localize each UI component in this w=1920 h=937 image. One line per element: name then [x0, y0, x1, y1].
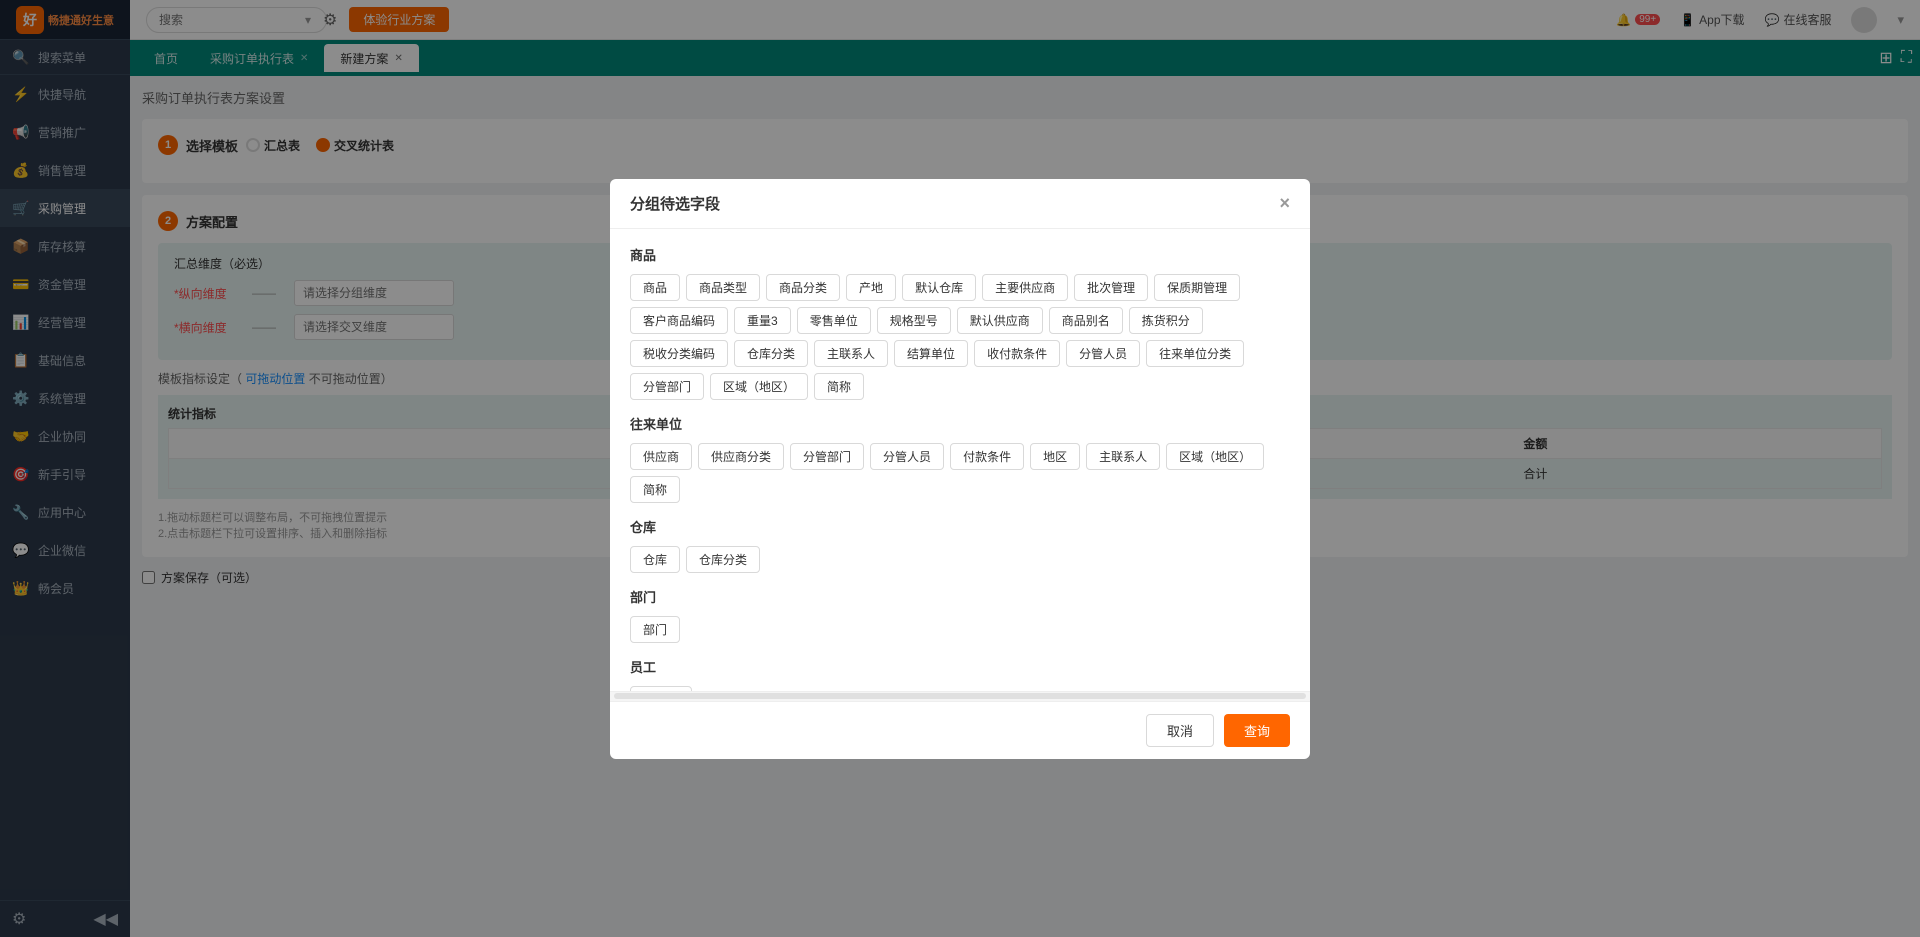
- field-tag[interactable]: 主要供应商: [982, 274, 1068, 301]
- section-title-商品: 商品: [630, 245, 1290, 264]
- field-tag[interactable]: 分管人员: [870, 443, 944, 470]
- field-tag[interactable]: 规格型号: [877, 307, 951, 334]
- field-tag[interactable]: 默认仓库: [902, 274, 976, 301]
- field-tag[interactable]: 简称: [630, 476, 680, 503]
- field-tags-往来单位: 供应商供应商分类分管部门分管人员付款条件地区主联系人区域（地区） 简称: [630, 443, 1290, 503]
- field-tag[interactable]: 往来单位分类: [1146, 340, 1244, 367]
- modal-title: 分组待选字段: [630, 193, 720, 214]
- field-tag[interactable]: 部门: [630, 616, 680, 643]
- field-tag[interactable]: 零售单位: [797, 307, 871, 334]
- field-tag[interactable]: 收付款条件: [974, 340, 1060, 367]
- confirm-button[interactable]: 查询: [1224, 714, 1290, 747]
- field-tag[interactable]: 结算单位: [894, 340, 968, 367]
- field-tag[interactable]: 仓库: [630, 546, 680, 573]
- field-tag[interactable]: 简称: [814, 373, 864, 400]
- field-tags-商品: 商品商品类型商品分类产地默认仓库主要供应商批次管理保质期管理客户商品编码重量3零…: [630, 274, 1290, 400]
- field-tag[interactable]: 分管人员: [1066, 340, 1140, 367]
- field-tag[interactable]: 地区: [1030, 443, 1080, 470]
- hscroll-track: [614, 693, 1306, 699]
- field-select-modal: 分组待选字段 × 商品商品商品类型商品分类产地默认仓库主要供应商批次管理保质期管…: [610, 179, 1310, 759]
- modal-header: 分组待选字段 ×: [610, 179, 1310, 229]
- section-title-往来单位: 往来单位: [630, 414, 1290, 433]
- field-tag[interactable]: 供应商分类: [698, 443, 784, 470]
- field-tags-仓库: 仓库仓库分类: [630, 546, 1290, 573]
- section-title-部门: 部门: [630, 587, 1290, 606]
- field-tag[interactable]: 主联系人: [1086, 443, 1160, 470]
- field-tag[interactable]: 默认供应商: [957, 307, 1043, 334]
- field-tag[interactable]: 产地: [846, 274, 896, 301]
- field-tag[interactable]: 付款条件: [950, 443, 1024, 470]
- field-tag[interactable]: 拣货积分: [1129, 307, 1203, 334]
- field-tag[interactable]: 分管部门: [790, 443, 864, 470]
- field-tag[interactable]: 商品别名: [1049, 307, 1123, 334]
- field-tag[interactable]: 区域（地区）: [1166, 443, 1264, 470]
- field-tag[interactable]: 保质期管理: [1154, 274, 1240, 301]
- field-tag[interactable]: 仓库分类: [734, 340, 808, 367]
- field-tag[interactable]: 商品类型: [686, 274, 760, 301]
- cancel-button[interactable]: 取消: [1146, 714, 1214, 747]
- field-tag[interactable]: 商品: [630, 274, 680, 301]
- modal-hscroll[interactable]: [610, 691, 1310, 701]
- field-tag[interactable]: 批次管理: [1074, 274, 1148, 301]
- modal-footer: 取消 查询: [610, 701, 1310, 759]
- modal-body[interactable]: 商品商品商品类型商品分类产地默认仓库主要供应商批次管理保质期管理客户商品编码重量…: [610, 229, 1310, 691]
- field-tag[interactable]: 区域（地区）: [710, 373, 808, 400]
- field-tags-部门: 部门: [630, 616, 1290, 643]
- field-tag[interactable]: 商品分类: [766, 274, 840, 301]
- section-title-员工: 员工: [630, 657, 1290, 676]
- field-tag[interactable]: 分管部门: [630, 373, 704, 400]
- field-tag[interactable]: 仓库分类: [686, 546, 760, 573]
- field-tag[interactable]: 供应商: [630, 443, 692, 470]
- field-tag[interactable]: 税收分类编码: [630, 340, 728, 367]
- field-tag[interactable]: 客户商品编码: [630, 307, 728, 334]
- modal-close-button[interactable]: ×: [1279, 194, 1290, 212]
- field-tag[interactable]: 主联系人: [814, 340, 888, 367]
- field-tag[interactable]: 重量3: [734, 307, 791, 334]
- section-title-仓库: 仓库: [630, 517, 1290, 536]
